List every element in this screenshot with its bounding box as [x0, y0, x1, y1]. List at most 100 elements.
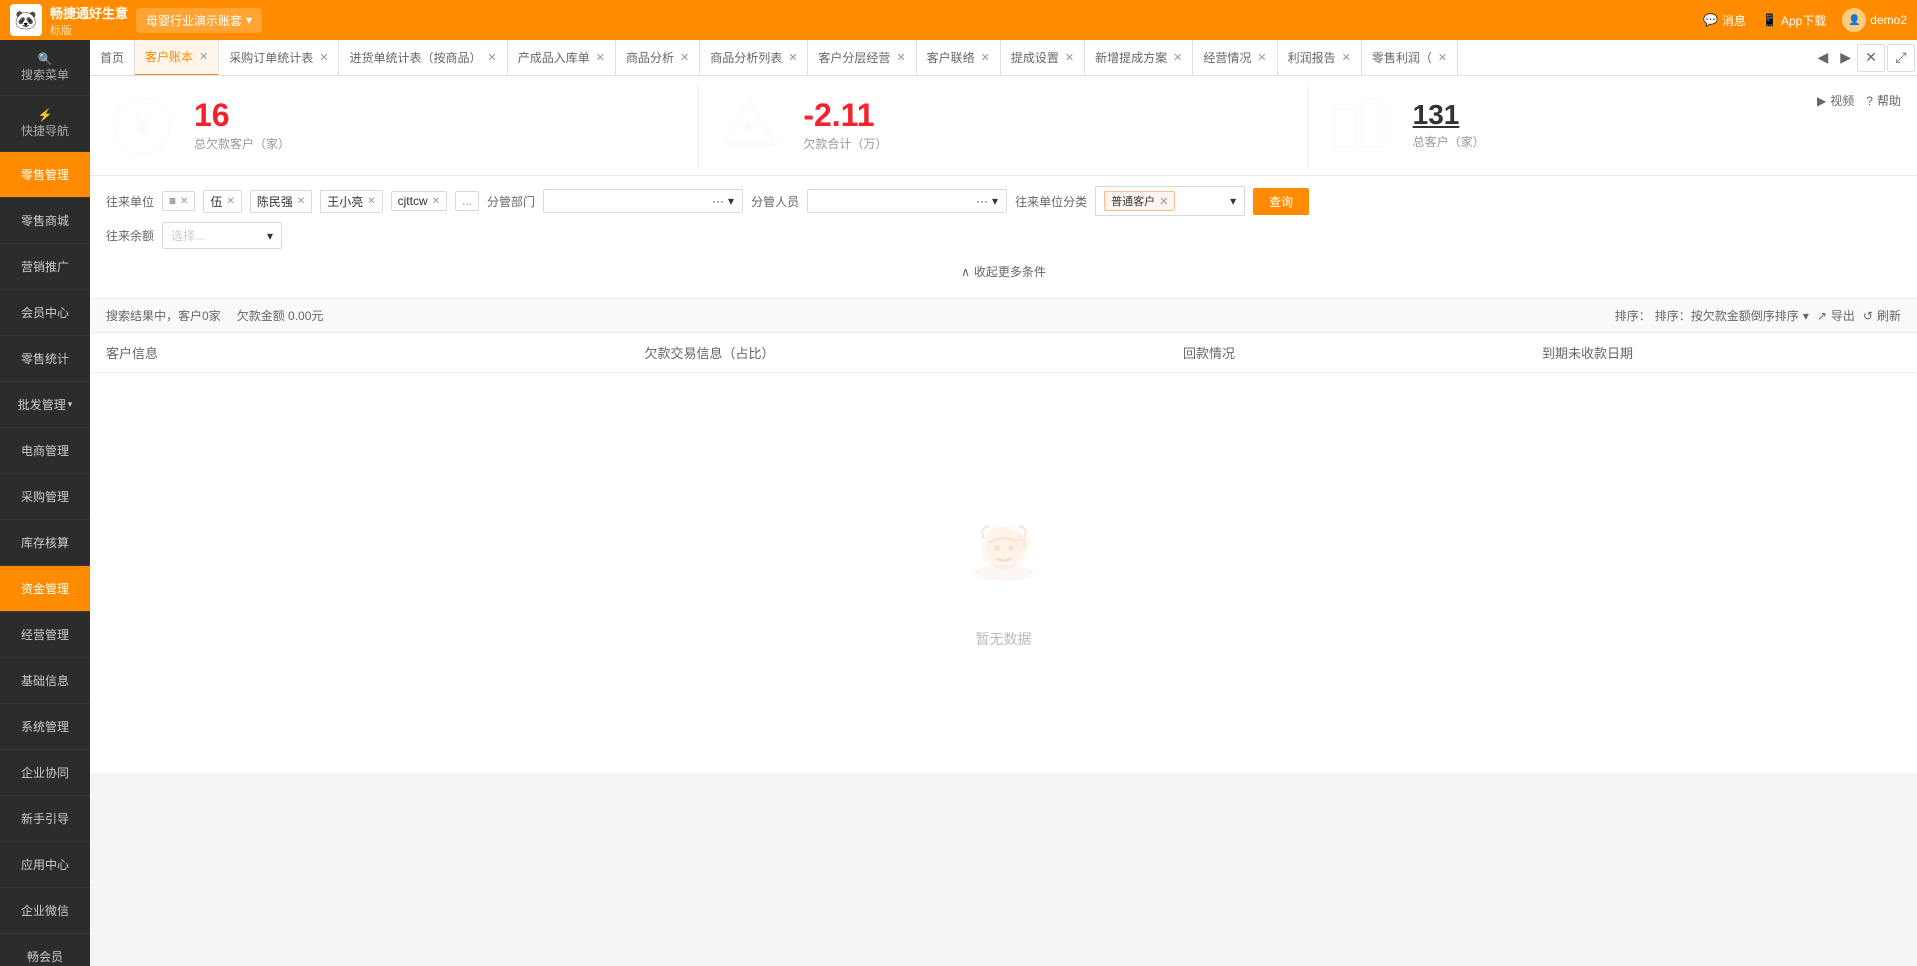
filter-tag-wu[interactable]: 伍 ✕: [203, 190, 241, 213]
user-profile[interactable]: 👤 demo2: [1842, 8, 1907, 32]
app-download-btn[interactable]: 📱 App下载: [1762, 12, 1826, 29]
sidebar-item-ecommerce[interactable]: 电商管理: [0, 428, 90, 474]
filter-row-2: 往来余额 选择... ▾: [106, 222, 1901, 249]
unit-type-select[interactable]: 普通客户 ✕ ▾: [1095, 186, 1245, 216]
tab-next-btn[interactable]: ▶: [1834, 40, 1857, 76]
svg-text:¥: ¥: [134, 113, 149, 140]
tab-inbound-stats-close[interactable]: ✕: [488, 51, 497, 64]
filter-tag-cjttcw[interactable]: cjttcw ✕: [391, 191, 447, 211]
balance-arrow: ▾: [267, 229, 273, 243]
sidebar-item-enterprise-collab[interactable]: 企业协同: [0, 750, 90, 796]
tab-profit-report-close[interactable]: ✕: [1342, 51, 1351, 64]
sidebar-item-app-center[interactable]: 应用中心: [0, 842, 90, 888]
tab-customer-segment-close[interactable]: ✕: [896, 51, 905, 64]
balance-select[interactable]: 选择... ▾: [162, 222, 282, 249]
sidebar-item-basic-info[interactable]: 基础信息: [0, 658, 90, 704]
tab-purchase-order-stats[interactable]: 采购订单统计表 ✕: [219, 40, 339, 76]
sidebar-item-retail-manage[interactable]: 零售管理: [0, 152, 90, 198]
query-btn[interactable]: 查询: [1253, 188, 1309, 215]
sidebar-item-retail-stats[interactable]: 零售统计: [0, 336, 90, 382]
sidebar-item-enterprise-wechat[interactable]: 企业微信: [0, 888, 90, 934]
tab-customer-segment[interactable]: 客户分层经营 ✕: [808, 40, 916, 76]
tab-product-analysis-list-label: 商品分析列表: [710, 49, 782, 66]
tab-purchase-order-stats-close[interactable]: ✕: [319, 51, 328, 64]
sort-value: 排序：按欠款金额倒序排序: [1655, 307, 1799, 324]
sidebar-item-retail-mall[interactable]: 零售商城: [0, 198, 90, 244]
video-btn[interactable]: ▶ 视频: [1817, 92, 1854, 109]
tab-customer-contact[interactable]: 客户联络 ✕: [917, 40, 1001, 76]
sort-select[interactable]: 排序： 排序：按欠款金额倒序排序 ▾: [1615, 307, 1809, 324]
tab-ops-situation-close[interactable]: ✕: [1257, 51, 1266, 64]
tab-expand-btn[interactable]: ⤢: [1887, 44, 1915, 72]
unit-type-close[interactable]: ✕: [1159, 195, 1168, 208]
sidebar-quick-nav-label: 快捷导航: [0, 122, 90, 139]
staff-select[interactable]: ··· ▾: [807, 189, 1007, 213]
staff-more-icon: ···: [976, 194, 988, 208]
tab-prompt-settings[interactable]: 提成设置 ✕: [1001, 40, 1085, 76]
filter-row-1: 往来单位 ≡ ✕ 伍 ✕ 陈民强 ✕: [106, 186, 1901, 216]
dept-select[interactable]: ··· ▾: [543, 189, 743, 213]
sidebar-item-ops-manage[interactable]: 经营管理: [0, 612, 90, 658]
tab-close-all-btn[interactable]: ✕: [1857, 44, 1885, 72]
sidebar-item-new-guide[interactable]: 新手引导: [0, 796, 90, 842]
tag-select-close[interactable]: ✕: [180, 196, 188, 207]
tab-customer-accounts-close[interactable]: ✕: [199, 50, 208, 63]
sidebar-item-wholesale-manage[interactable]: 批发管理 ▾: [0, 382, 90, 428]
sidebar-search[interactable]: 🔍 搜索菜单: [0, 40, 90, 96]
filter-tag-unit-select[interactable]: ≡ ✕: [162, 191, 195, 211]
tag-cjttcw-close[interactable]: ✕: [432, 196, 440, 207]
app-title: 畅捷通好生意: [50, 3, 128, 22]
refresh-btn[interactable]: ↺ 刷新: [1863, 307, 1901, 324]
sidebar-item-capital-manage[interactable]: 资金管理: [0, 566, 90, 612]
tab-product-inbound-close[interactable]: ✕: [596, 51, 605, 64]
tab-product-analysis-close[interactable]: ✕: [680, 51, 689, 64]
sidebar-item-system-manage[interactable]: 系统管理: [0, 704, 90, 750]
message-btn[interactable]: 💬 消息: [1703, 12, 1746, 29]
stat-card-2: ✦ -2.11 欠款合计（万）: [699, 83, 1308, 168]
account-selector[interactable]: 母婴行业演示账套 ▾: [136, 8, 262, 33]
app-title-group: 畅捷通好生意 标版: [50, 3, 128, 38]
sidebar-item-inventory[interactable]: 库存核算: [0, 520, 90, 566]
sidebar-item-purchase[interactable]: 采购管理: [0, 474, 90, 520]
stat-number-3: 131: [1413, 101, 1485, 129]
tab-ops-situation[interactable]: 经营情况 ✕: [1193, 40, 1277, 76]
tab-home[interactable]: 首页: [90, 40, 135, 76]
tab-product-analysis-list-close[interactable]: ✕: [788, 51, 797, 64]
tab-customer-contact-close[interactable]: ✕: [981, 51, 990, 64]
sidebar-quick-nav[interactable]: ⚡ 快捷导航: [0, 96, 90, 152]
tab-inbound-stats-label: 进货单统计表（按商品）: [349, 49, 481, 66]
sidebar-item-member-center[interactable]: 会员中心: [0, 290, 90, 336]
filter-more-btn[interactable]: ...: [455, 191, 479, 211]
unit-type-label: 往来单位分类: [1015, 193, 1087, 210]
tab-ops-situation-label: 经营情况: [1203, 49, 1251, 66]
tab-prev-btn[interactable]: ◀: [1811, 40, 1834, 76]
tag-wu-close[interactable]: ✕: [226, 196, 234, 207]
tab-retail-profit[interactable]: 零售利润（ ✕: [1362, 40, 1458, 76]
filter-tag-wang[interactable]: 王小亮 ✕: [320, 190, 382, 213]
tab-inbound-stats-product[interactable]: 进货单统计表（按商品） ✕: [339, 40, 507, 76]
tab-profit-report[interactable]: 利润报告 ✕: [1278, 40, 1362, 76]
stat-label-1: 总欠款客户（家）: [194, 135, 290, 152]
tab-product-analysis[interactable]: 商品分析 ✕: [616, 40, 700, 76]
tag-wang-close[interactable]: ✕: [367, 196, 375, 207]
tab-new-prompt-plan[interactable]: 新增提成方案 ✕: [1085, 40, 1193, 76]
export-btn[interactable]: ↗ 导出: [1817, 307, 1855, 324]
tab-new-prompt-plan-close[interactable]: ✕: [1173, 51, 1182, 64]
unit-label: 往来单位: [106, 193, 154, 210]
sidebar-item-vip-member[interactable]: 畅会员: [0, 934, 90, 966]
tag-chen-close[interactable]: ✕: [297, 196, 305, 207]
help-btn[interactable]: ? 帮助: [1866, 92, 1901, 109]
col-header-debt: 欠款交易信息（占比）: [645, 343, 1184, 362]
table-header: 客户信息 欠款交易信息（占比） 回款情况 到期未收款日期: [90, 333, 1917, 373]
tab-prompt-settings-close[interactable]: ✕: [1065, 51, 1074, 64]
balance-label: 往来余额: [106, 227, 154, 244]
tab-retail-profit-close[interactable]: ✕: [1438, 51, 1447, 64]
sidebar-item-marketing[interactable]: 营销推广: [0, 244, 90, 290]
tab-product-analysis-list[interactable]: 商品分析列表 ✕: [700, 40, 808, 76]
tab-product-inbound[interactable]: 产成品入库单 ✕: [508, 40, 616, 76]
sort-arrow: ▾: [1803, 309, 1809, 323]
tab-customer-accounts[interactable]: 客户账本 ✕: [135, 40, 219, 76]
filter-tag-chen[interactable]: 陈民强 ✕: [250, 190, 312, 213]
app-subtitle: 标版: [50, 22, 128, 38]
collapse-btn[interactable]: ∧ 收起更多条件: [953, 259, 1054, 284]
